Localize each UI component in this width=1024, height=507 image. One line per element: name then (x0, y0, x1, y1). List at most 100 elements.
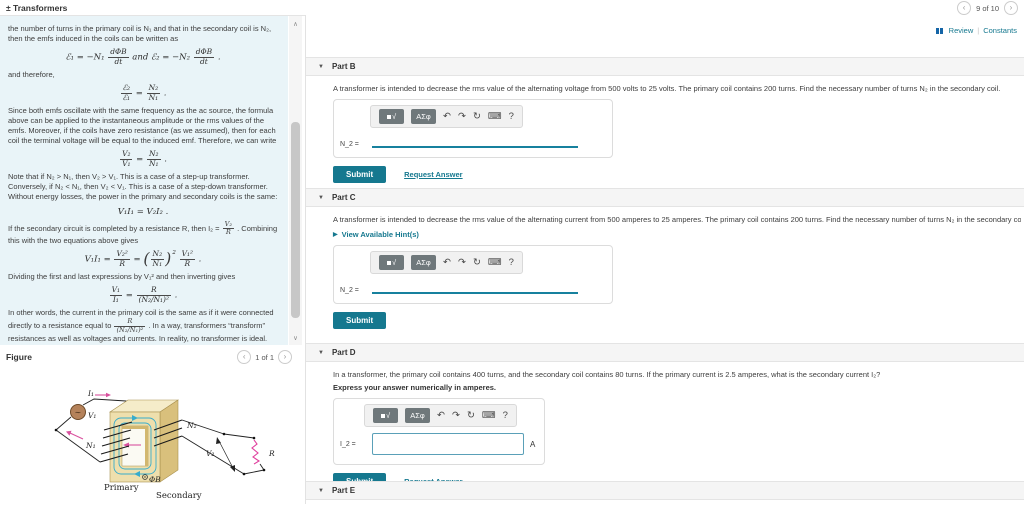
i1-arrow (95, 392, 111, 398)
greek-symbols-button[interactable]: ΑΣφ (411, 109, 436, 124)
paragraph: Note that if N₂ > N₁, then V₂ > V₁. This… (8, 172, 278, 202)
label-i1: I₁ (87, 389, 94, 398)
view-hints-link[interactable]: ▶ View Available Hint(s) (333, 230, 1024, 239)
equation-toolbar: √ ΑΣφ ↶ ↷ ↻ ⌨ ? (370, 105, 523, 128)
fraction: ℰ₂ ℰ₁ (120, 83, 133, 102)
symbolic-answer-input[interactable] (372, 281, 578, 294)
paragraph: and therefore, (8, 70, 55, 79)
fraction: V₁² R (179, 249, 195, 268)
label-v2: V₂ (206, 449, 214, 458)
equation: ℰ₁ = −N₁ dΦB dt and ℰ₂ = −N₂ dΦB dt . (65, 47, 221, 66)
paragraph: the number of turns in the primary coil … (8, 24, 272, 44)
greek-symbols-button[interactable]: ΑΣφ (411, 255, 436, 270)
review-icon (935, 27, 943, 34)
ac-source-icon: ∼ (70, 404, 86, 420)
v2-arrow (216, 437, 235, 472)
part-d-header[interactable]: ▼ Part D (306, 343, 1024, 362)
fraction: dΦB dt (108, 47, 129, 66)
greek-symbols-button[interactable]: ΑΣφ (405, 408, 430, 423)
equation-toolbar: √ ΑΣφ ↶ ↷ ↻ ⌨ ? (364, 404, 517, 427)
submit-button[interactable]: Submit (333, 312, 387, 329)
fraction: V₁ I₁ (109, 285, 123, 304)
equation: V₁I₁ = V₂² R = (N₂ N₁) 2 V₁² R . (84, 249, 202, 269)
scroll-up-icon[interactable]: ∧ (289, 18, 302, 29)
reset-icon[interactable]: ↻ (473, 112, 481, 122)
keyboard-icon[interactable]: ⌨ (482, 411, 496, 421)
review-link[interactable]: Review (949, 26, 974, 35)
answer-label: N_2 = (340, 287, 359, 294)
paragraph: In other words, the current in the prima… (8, 308, 276, 345)
answer-instruction: Express your answer numerically in amper… (333, 383, 496, 392)
undo-icon[interactable]: ↶ (437, 411, 445, 421)
wire-node (252, 436, 256, 440)
part-e-section: ▼ Part E (306, 481, 1024, 500)
label-n2: N₂ (186, 421, 197, 430)
numeric-answer-input[interactable] (372, 433, 524, 455)
figure-area: ∼ I₁ V₁ N₁ N₂ V₂ R ΦB Primary Secondary (48, 384, 288, 502)
wire-node (222, 432, 226, 436)
paragraph: If the secondary circuit is completed by… (8, 219, 278, 246)
constants-link[interactable]: Constants (983, 26, 1017, 35)
scrollbar-thumb[interactable] (291, 122, 300, 318)
fraction: R (N₂/N₁)² (136, 285, 171, 304)
equation: V₁ I₁ = R (N₂/N₁)² . (109, 285, 178, 304)
next-item-button[interactable]: › (1004, 1, 1018, 15)
fraction: V₂ R (222, 219, 235, 236)
hint-expand-icon: ▶ (333, 232, 338, 238)
fraction: V₂² R (114, 249, 130, 268)
templates-button[interactable]: √ (379, 109, 404, 124)
part-c-question: A transformer is intended to decrease th… (333, 215, 1021, 224)
help-icon[interactable]: ? (509, 112, 514, 122)
parenthesized-fraction: (N₂ N₁) 2 (143, 249, 176, 269)
n1-arrow (66, 430, 84, 440)
redo-icon[interactable]: ↷ (452, 411, 460, 421)
part-d-title: Part D (331, 348, 356, 357)
collapse-icon: ▼ (318, 63, 324, 70)
collapse-icon: ▼ (318, 349, 324, 356)
part-c-header[interactable]: ▼ Part C (306, 188, 1024, 207)
transformer-figure: ∼ I₁ V₁ N₁ N₂ V₂ R ΦB Primary Secondary (54, 389, 275, 501)
part-b-header[interactable]: ▼ Part B (306, 57, 1024, 76)
part-b-answer-box: √ ΑΣφ ↶ ↷ ↻ ⌨ ? N_2 = (333, 99, 613, 158)
page: { "header": {"title": "± Transformers", … (0, 0, 1024, 504)
unit-label: A (530, 439, 536, 449)
templates-button[interactable]: √ (379, 255, 404, 270)
equation: V₂ V₁ = N₂ N₁ . (120, 149, 167, 168)
part-c-section: ▼ Part C A transformer is intended to de… (306, 188, 1024, 329)
item-pagination: ‹ 9 of 10 › (957, 1, 1018, 15)
reset-icon[interactable]: ↻ (473, 258, 481, 268)
part-b-section: ▼ Part B A transformer is intended to de… (306, 57, 1024, 183)
request-answer-link[interactable]: Request Answer (404, 170, 463, 179)
redo-icon[interactable]: ↷ (458, 112, 466, 122)
help-icon[interactable]: ? (503, 411, 508, 421)
divider: | (977, 26, 980, 35)
symbolic-answer-input[interactable] (372, 135, 578, 148)
help-icon[interactable]: ? (509, 258, 514, 268)
figure-prev-button[interactable]: ‹ (237, 350, 252, 364)
templates-button[interactable]: √ (373, 408, 398, 423)
flux-dot-icon (142, 474, 148, 480)
resistor-icon (251, 439, 261, 465)
figure-next-button[interactable]: › (278, 350, 292, 364)
figure-pagination: ‹ 1 of 1 › (237, 350, 292, 364)
submit-button[interactable]: Submit (333, 166, 387, 183)
reset-icon[interactable]: ↻ (467, 411, 475, 421)
answer-label: I_2 = (340, 440, 356, 448)
keyboard-icon[interactable]: ⌨ (488, 258, 502, 268)
figure-page-count: 1 of 1 (255, 352, 274, 362)
prev-item-button[interactable]: ‹ (957, 1, 972, 15)
scroll-down-icon[interactable]: ∨ (289, 332, 302, 343)
redo-icon[interactable]: ↷ (458, 258, 466, 268)
figure-header: Figure ‹ 1 of 1 › (0, 350, 296, 366)
undo-icon[interactable]: ↶ (443, 258, 451, 268)
figure-label: Figure (6, 352, 32, 362)
wire-node (54, 428, 58, 432)
review-constants-bar: Review | Constants (935, 26, 1017, 35)
undo-icon[interactable]: ↶ (443, 112, 451, 122)
collapse-icon: ▼ (318, 194, 324, 201)
part-e-header[interactable]: ▼ Part E (306, 481, 1024, 500)
intro-scrollbar[interactable]: ∧ ∨ (289, 16, 302, 345)
fraction: N₂ N₁ (146, 83, 161, 102)
keyboard-icon[interactable]: ⌨ (488, 112, 502, 122)
part-d-section: ▼ Part D In a transformer, the primary c… (306, 343, 1024, 490)
